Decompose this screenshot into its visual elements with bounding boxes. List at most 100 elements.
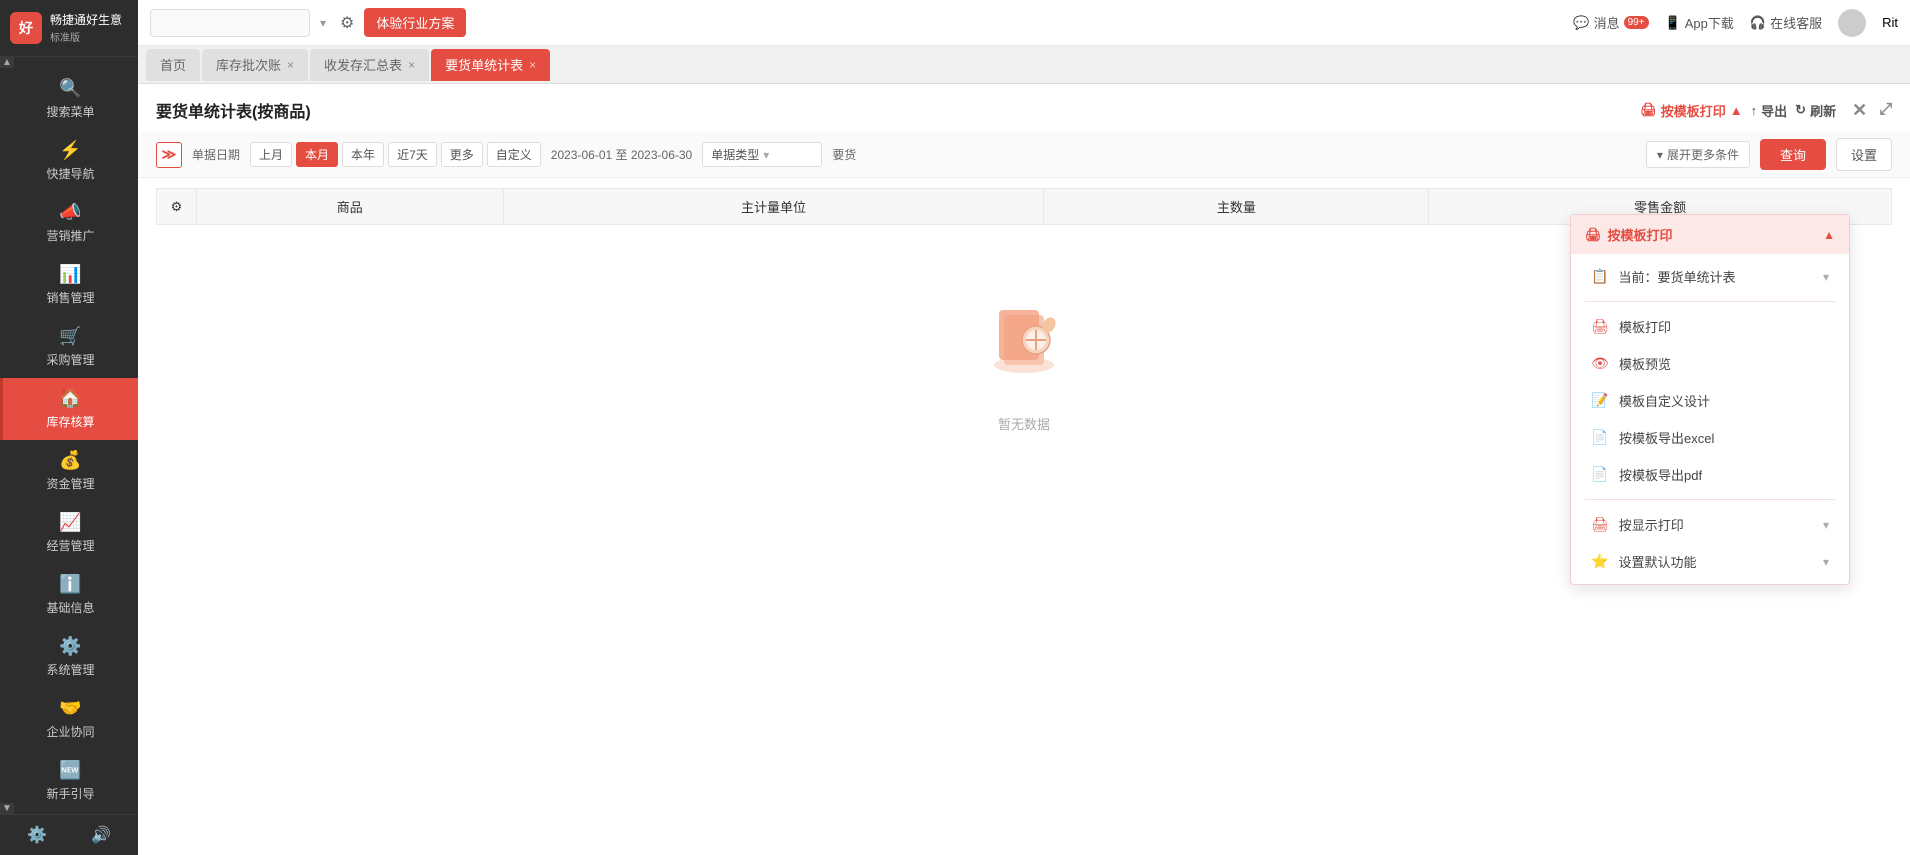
tab-receivables-close[interactable]: × — [408, 58, 415, 72]
dropdown-item-preview[interactable]: 👁 模板预览 — [1571, 345, 1849, 382]
sidebar-item-system[interactable]: ⚙️ 系统管理 — [0, 626, 138, 688]
date-last7days-btn[interactable]: 近7天 — [388, 142, 437, 167]
dropdown-item-display-print[interactable]: 🖨 按显示打印 ▾ — [1571, 506, 1849, 543]
tab-home[interactable]: 首页 — [146, 49, 200, 81]
sidebar-item-label: 销售管理 — [46, 289, 94, 306]
tab-receivables[interactable]: 收发存汇总表 × — [310, 49, 429, 81]
custom-design-label: 模板自定义设计 — [1619, 391, 1710, 410]
sidebar-item-marketing[interactable]: 📣 营销推广 — [0, 192, 138, 254]
sidebar-item-label: 经营管理 — [46, 537, 94, 554]
search-icon: 🔍 — [59, 78, 81, 99]
date-current-month-btn[interactable]: 本月 — [296, 142, 338, 167]
window-maximize-btn[interactable]: ⤢ — [1879, 101, 1892, 119]
topbar-right: 💬 消息 99+ 📱 App下载 🎧 在线客服 Rit — [1573, 9, 1898, 37]
user-avatar[interactable] — [1838, 9, 1866, 37]
date-custom-btn[interactable]: 自定义 — [487, 142, 541, 167]
dropdown-collapse-icon[interactable]: ▲ — [1823, 228, 1835, 242]
print-template-btn[interactable]: 🖨 按模板打印 ▲ — [1640, 101, 1742, 120]
marketing-icon: 📣 — [59, 202, 81, 223]
main-area: ▾ ⚙ 体验行业方案 💬 消息 99+ 📱 App下载 🎧 在线客服 Rit 首… — [138, 0, 1910, 855]
dropdown-item-export-excel[interactable]: 📄 按模板导出excel — [1571, 419, 1849, 456]
dropdown-current-label: 当前：要货单统计表 — [1618, 267, 1735, 286]
trial-btn[interactable]: 体验行业方案 — [364, 8, 466, 37]
dropdown-item-custom-design[interactable]: 📝 模板自定义设计 — [1571, 382, 1849, 419]
sidebar-item-label: 企业协同 — [46, 723, 94, 740]
dropdown-header[interactable]: 🖨 按模板打印 ▲ — [1571, 215, 1849, 254]
settings-btn[interactable]: 设置 — [1836, 138, 1892, 171]
tab-inventory-batch[interactable]: 库存批次账 × — [202, 49, 308, 81]
tab-requisition[interactable]: 要货单统计表 × — [431, 49, 550, 81]
refresh-btn[interactable]: ↻ 刷新 — [1795, 101, 1836, 120]
tab-requisition-close[interactable]: × — [529, 58, 536, 72]
filter-expand-btn[interactable]: ≫ — [156, 142, 182, 168]
topbar-online-service[interactable]: 🎧 在线客服 — [1750, 13, 1822, 32]
sidebar-item-inventory[interactable]: 🏠 库存核算 — [0, 378, 138, 440]
operations-icon: 📈 — [59, 512, 81, 533]
date-more-btn[interactable]: 更多 — [441, 142, 483, 167]
table-col-quantity: 主数量 — [1044, 189, 1429, 225]
set-default-label: 设置默认功能 — [1618, 552, 1696, 571]
topbar-message[interactable]: 💬 消息 99+ — [1573, 13, 1648, 32]
expand-more-btn[interactable]: ▾ 展开更多条件 — [1646, 141, 1750, 168]
set-default-arrow: ▾ — [1823, 555, 1829, 569]
sidebar-footer: ⚙️ 🔊 — [0, 814, 138, 855]
sidebar-nav: 🔍 搜索菜单 ⚡ 快捷导航 📣 营销推广 📊 销售管理 🛒 采购管理 🏠 库存核… — [0, 68, 138, 803]
table-gear-icon[interactable]: ⚙ — [171, 199, 183, 214]
corp-icon: 🤝 — [59, 698, 81, 719]
sidebar-item-label: 搜索菜单 — [46, 103, 94, 120]
page-title: 要货单统计表(按商品) — [156, 98, 311, 122]
print-template-item-icon: 🖨 — [1591, 318, 1609, 335]
dropdown-item-set-default[interactable]: ⭐ 设置默认功能 ▾ — [1571, 543, 1849, 580]
dropdown-current-sub: 当前：要货单统计表 ▾ — [1618, 267, 1829, 286]
sidebar-item-finance[interactable]: 💰 资金管理 — [0, 440, 138, 502]
doc-type-select[interactable]: 单据类型 ▾ — [702, 142, 822, 167]
dropdown-item-export-pdf[interactable]: 📄 按模板导出pdf — [1571, 456, 1849, 493]
sidebar-item-label: 快捷导航 — [46, 165, 94, 182]
sidebar-item-sales[interactable]: 📊 销售管理 — [0, 254, 138, 316]
custom-design-icon: 📝 — [1591, 392, 1609, 409]
online-service-label: 在线客服 — [1770, 13, 1822, 32]
date-current-year-btn[interactable]: 本年 — [342, 142, 384, 167]
sidebar-item-shortcut[interactable]: ⚡ 快捷导航 — [0, 130, 138, 192]
scroll-up-btn[interactable]: ▲ — [0, 57, 14, 68]
dropdown-current-item[interactable]: 📋 当前：要货单统计表 ▾ — [1571, 258, 1849, 295]
topbar-gear-icon[interactable]: ⚙ — [340, 13, 354, 33]
sidebar-item-operations[interactable]: 📈 经营管理 — [0, 502, 138, 564]
app-badge: 标准版 — [50, 29, 122, 44]
logo-text-block: 畅捷通好生意 标准版 — [50, 12, 122, 44]
sidebar-item-search[interactable]: 🔍 搜索菜单 — [0, 68, 138, 130]
topbar-chevron-icon[interactable]: ▾ — [320, 16, 326, 30]
doc-type-label: 单据类型 — [711, 146, 759, 163]
speaker-footer-btn[interactable]: 🔊 — [91, 825, 111, 845]
tab-inventory-batch-close[interactable]: × — [287, 58, 294, 72]
display-print-label: 按显示打印 — [1619, 515, 1684, 534]
scroll-down-btn[interactable]: ▼ — [0, 803, 14, 814]
sidebar-item-guide[interactable]: 🆕 新手引导 — [0, 750, 138, 803]
sidebar-item-basic[interactable]: ℹ️ 基础信息 — [0, 564, 138, 626]
content-area: 要货单统计表(按商品) 🖨 按模板打印 ▲ ↑ 导出 ↻ 刷新 ✕ ⤢ — [138, 84, 1910, 855]
message-icon: 💬 — [1573, 15, 1589, 31]
req-goods-label: 要货 — [832, 146, 856, 163]
dropdown-section-items: 🖨 模板打印 👁 模板预览 📝 模板自定义设计 📄 按模板导出excel 📄 — [1571, 304, 1849, 497]
settings-footer-btn[interactable]: ⚙️ — [27, 825, 47, 845]
dropdown-item-print-template[interactable]: 🖨 模板打印 — [1571, 308, 1849, 345]
print-dropdown: 🖨 按模板打印 ▲ 📋 当前：要货单统计表 ▾ 🖨 模板打印 — [1570, 214, 1850, 585]
sidebar-item-corp[interactable]: 🤝 企业协同 — [0, 688, 138, 750]
export-btn[interactable]: ↑ 导出 — [1751, 101, 1788, 120]
topbar-search-input[interactable] — [150, 9, 310, 37]
sidebar-item-label: 资金管理 — [46, 475, 94, 492]
window-close-btn[interactable]: ✕ — [1852, 100, 1867, 121]
tab-inventory-batch-label: 库存批次账 — [216, 55, 281, 74]
topbar-app-download[interactable]: 📱 App下载 — [1665, 13, 1734, 32]
inventory-icon: 🏠 — [59, 388, 81, 409]
dropdown-title-left: 🖨 按模板打印 — [1585, 225, 1673, 244]
date-prev-month-btn[interactable]: 上月 — [250, 142, 292, 167]
doc-type-arrow-icon: ▾ — [763, 148, 769, 162]
export-pdf-icon: 📄 — [1591, 466, 1609, 483]
print-template-item-label: 模板打印 — [1619, 317, 1671, 336]
sidebar-item-label: 新手引导 — [46, 785, 94, 802]
sidebar-item-label: 营销推广 — [46, 227, 94, 244]
sidebar-item-purchase[interactable]: 🛒 采购管理 — [0, 316, 138, 378]
table-col-unit: 主计量单位 — [503, 189, 1044, 225]
query-btn[interactable]: 查询 — [1760, 139, 1826, 170]
